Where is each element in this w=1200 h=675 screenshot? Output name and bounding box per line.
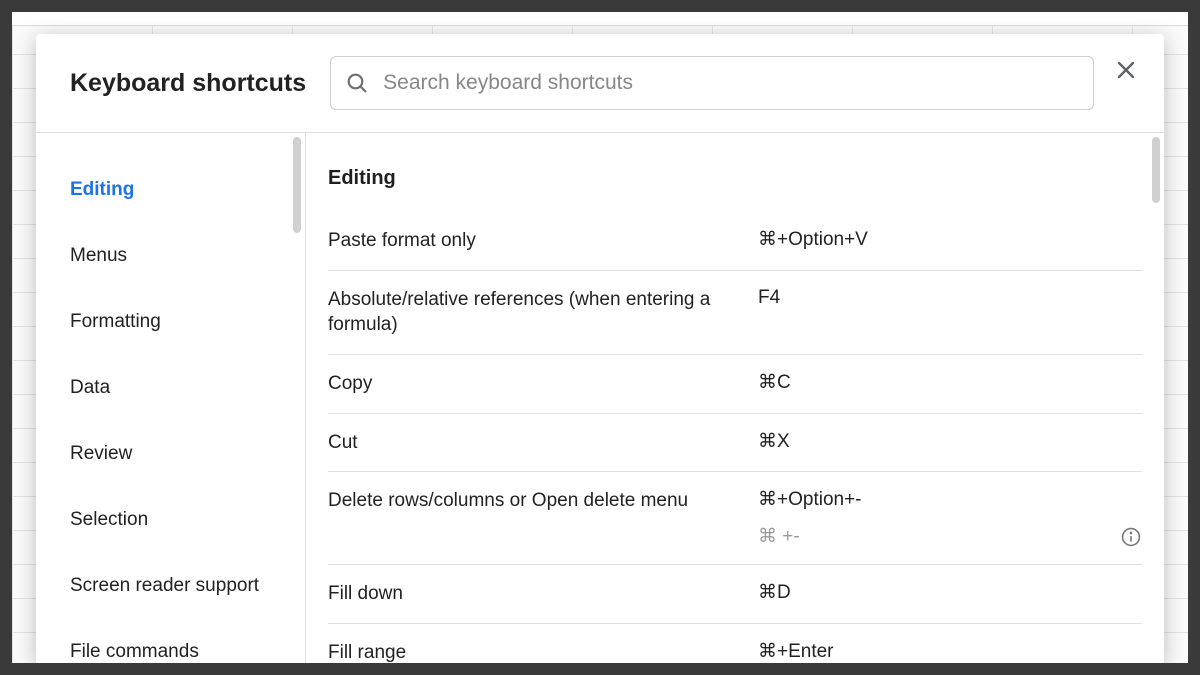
keyboard-shortcuts-dialog: Keyboard shortcuts Editing Menus Formattin…: [36, 34, 1164, 663]
shortcut-keys-line: F4: [758, 287, 1142, 309]
shortcut-row: Copy⌘C: [328, 355, 1142, 414]
shortcut-keys: ⌘+Option+V: [758, 228, 868, 251]
sidebar-item-data[interactable]: Data: [36, 361, 305, 415]
shortcut-list-panel: Editing Paste format only⌘+Option+V Absol…: [306, 133, 1164, 663]
shortcut-row: Absolute/relative references (when enter…: [328, 271, 1142, 355]
sidebar-item-editing[interactable]: Editing: [36, 163, 305, 217]
dialog-title: Keyboard shortcuts: [70, 69, 306, 98]
search-icon: [345, 71, 369, 95]
sidebar-item-file-commands[interactable]: File commands: [36, 625, 305, 663]
shortcut-keys-column: ⌘+Option+V: [758, 228, 1142, 251]
shortcut-keys-column: F4: [758, 287, 1142, 309]
shortcut-row: Delete rows/columns or Open delete menu⌘…: [328, 472, 1142, 565]
sidebar-item-screen-reader-support[interactable]: Screen reader support: [36, 559, 305, 613]
shortcut-keys-column: ⌘X: [758, 430, 1142, 453]
shortcut-keys-line: ⌘D: [758, 581, 1142, 604]
shortcut-keys-line: ⌘C: [758, 371, 1142, 394]
shortcut-keys: ⌘D: [758, 581, 791, 604]
shortcut-keys: ⌘+Option+-: [758, 488, 862, 511]
sidebar-item-selection[interactable]: Selection: [36, 493, 305, 547]
close-icon: [1114, 58, 1138, 82]
sidebar-item-review[interactable]: Review: [36, 427, 305, 481]
shortcut-keys-line: ⌘ +-: [758, 525, 1142, 548]
shortcut-description: Delete rows/columns or Open delete menu: [328, 488, 758, 514]
sidebar-item-label: Selection: [70, 509, 148, 530]
sidebar-item-menus[interactable]: Menus: [36, 229, 305, 283]
shortcut-description: Fill range: [328, 640, 758, 663]
sidebar-item-formatting[interactable]: Formatting: [36, 295, 305, 349]
sidebar-item-label: Review: [70, 443, 132, 464]
shortcut-row: Fill range⌘+Enter: [328, 624, 1142, 663]
shortcut-row: Fill down⌘D: [328, 565, 1142, 624]
sidebar-item-label: Data: [70, 377, 110, 398]
category-sidebar: Editing Menus Formatting Data Review Selectio…: [36, 133, 306, 663]
shortcut-keys: ⌘X: [758, 430, 790, 453]
sidebar-item-label: Screen reader support: [70, 575, 259, 596]
shortcut-keys-column: ⌘D: [758, 581, 1142, 604]
shortcut-description: Absolute/relative references (when enter…: [328, 287, 758, 338]
shortcut-keys-line: ⌘+Enter: [758, 640, 1142, 663]
shortcut-description: Paste format only: [328, 228, 758, 254]
shortcut-keys: ⌘+Enter: [758, 640, 834, 663]
shortcut-description: Cut: [328, 430, 758, 456]
section-heading: Editing: [328, 167, 1142, 190]
shortcut-keys: F4: [758, 287, 780, 309]
sidebar-scrollbar[interactable]: [293, 137, 301, 233]
shortcut-keys-column: ⌘+Enter: [758, 640, 1142, 663]
spreadsheet-column-headers: [12, 12, 1188, 26]
shortcut-row: Paste format only⌘+Option+V: [328, 212, 1142, 271]
sidebar-item-label: Editing: [70, 179, 134, 200]
shortcut-keys: ⌘C: [758, 371, 791, 394]
shortcut-description: Fill down: [328, 581, 758, 607]
close-button[interactable]: [1108, 52, 1144, 88]
shortcut-keys-line: ⌘X: [758, 430, 1142, 453]
info-icon[interactable]: [1120, 526, 1142, 548]
sidebar-item-label: File commands: [70, 641, 199, 662]
shortcut-row: Cut⌘X: [328, 414, 1142, 473]
shortcut-description: Copy: [328, 371, 758, 397]
content-scrollbar[interactable]: [1152, 137, 1160, 203]
shortcut-keys-line: ⌘+Option+V: [758, 228, 1142, 251]
sidebar-item-label: Menus: [70, 245, 127, 266]
shortcut-keys: ⌘ +-: [758, 525, 800, 548]
search-input[interactable]: [383, 71, 1079, 95]
search-field[interactable]: [330, 56, 1094, 110]
dialog-header: Keyboard shortcuts: [36, 34, 1164, 133]
sidebar-item-label: Formatting: [70, 311, 161, 332]
shortcut-keys-line: ⌘+Option+-: [758, 488, 1142, 511]
shortcut-keys-column: ⌘C: [758, 371, 1142, 394]
shortcut-keys-column: ⌘+Option+- ⌘ +-: [758, 488, 1142, 548]
dialog-body: Editing Menus Formatting Data Review Selectio…: [36, 133, 1164, 663]
